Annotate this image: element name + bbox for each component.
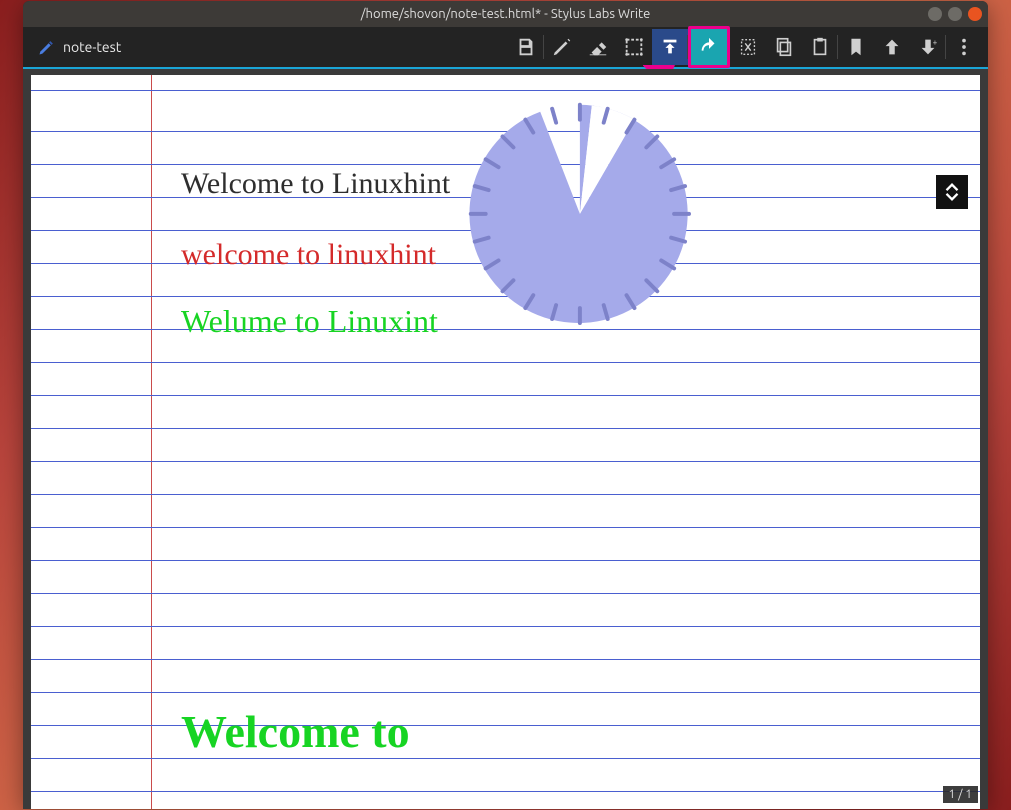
insert-space-button[interactable] — [652, 29, 688, 65]
paste-button[interactable] — [802, 29, 838, 65]
save-icon — [515, 36, 537, 58]
ink-layer — [31, 75, 980, 809]
arrow-down-plus-icon: + — [917, 36, 939, 58]
select-icon — [623, 36, 645, 58]
document-tab-label: note-test — [63, 39, 121, 55]
select-tool-button[interactable] — [616, 29, 652, 65]
handwriting-line-4: Welcome to — [181, 705, 410, 758]
undo-icon — [698, 36, 720, 58]
eraser-icon — [587, 36, 609, 58]
chevron-updown-icon — [941, 181, 963, 203]
window-controls — [928, 7, 982, 21]
document-tab[interactable]: note-test — [29, 37, 129, 57]
copy-icon — [773, 36, 795, 58]
close-button[interactable] — [968, 7, 982, 21]
page-indicator: 1 / 1 — [943, 786, 978, 803]
cut-icon — [737, 36, 759, 58]
handwriting-line-3: Welume to Linuxint — [181, 303, 438, 340]
app-window: /home/shovon/note-test.html* - Stylus La… — [23, 1, 988, 809]
eraser-tool-button[interactable] — [580, 29, 616, 65]
maximize-button[interactable] — [948, 7, 962, 21]
clock-drawing — [469, 105, 689, 323]
scroll-handle[interactable] — [936, 175, 968, 209]
copy-button[interactable] — [766, 29, 802, 65]
pen-tool-button[interactable] — [544, 29, 580, 65]
arrow-up-icon — [881, 36, 903, 58]
pen-tab-icon — [37, 37, 57, 57]
bookmark-button[interactable] — [838, 29, 874, 65]
undo-highlight-annotation — [688, 26, 730, 68]
svg-text:+: + — [933, 37, 938, 47]
handwriting-line-2: welcome to linuxhint — [181, 238, 436, 272]
handwriting-line-1: Welcome to Linuxhint — [181, 167, 450, 201]
canvas-area: Welcome to Linuxhint welcome to linuxhin… — [23, 69, 988, 809]
insert-space-icon — [659, 36, 681, 58]
save-button[interactable] — [508, 29, 544, 65]
kebab-menu-icon — [953, 36, 975, 58]
menu-button[interactable] — [946, 29, 982, 65]
bookmark-icon — [845, 36, 867, 58]
window-title: /home/shovon/note-test.html* - Stylus La… — [361, 7, 651, 21]
next-page-button[interactable]: + — [910, 29, 946, 65]
pencil-icon — [551, 36, 573, 58]
cut-button[interactable] — [730, 29, 766, 65]
note-paper[interactable]: Welcome to Linuxhint welcome to linuxhin… — [31, 75, 980, 809]
prev-page-button[interactable] — [874, 29, 910, 65]
paste-icon — [809, 36, 831, 58]
toolbar: note-test — [23, 27, 988, 69]
minimize-button[interactable] — [928, 7, 942, 21]
undo-button[interactable] — [691, 29, 727, 65]
titlebar: /home/shovon/note-test.html* - Stylus La… — [23, 1, 988, 27]
